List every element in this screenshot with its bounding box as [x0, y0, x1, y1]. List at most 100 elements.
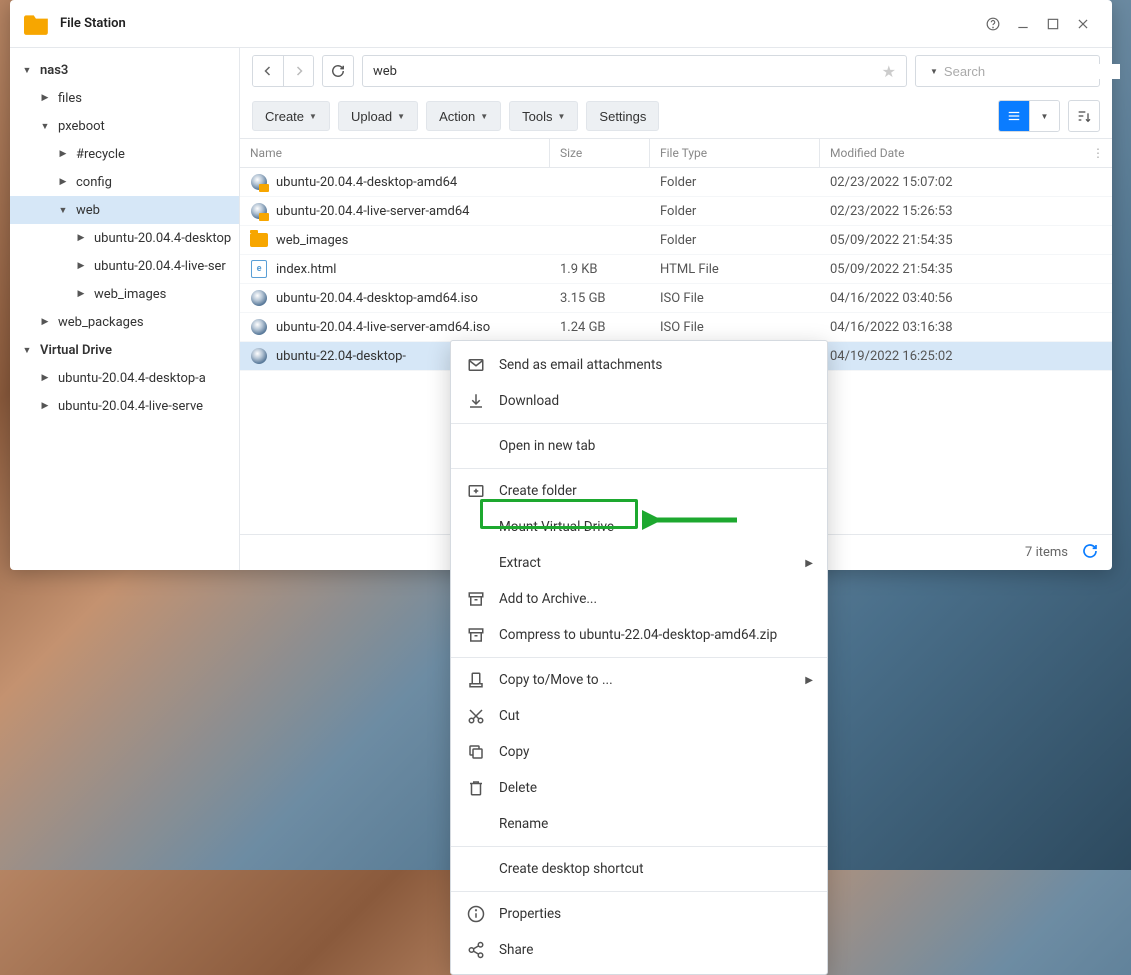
- settings-button[interactable]: Settings: [586, 101, 659, 131]
- menu-item-label: Copy to/Move to ...: [499, 672, 613, 688]
- tree-root-nas[interactable]: ▼ nas3: [10, 56, 239, 84]
- tree-item[interactable]: ▶web_packages: [10, 308, 239, 336]
- file-type: ISO File: [650, 313, 820, 341]
- chevron-right-icon: ▶: [56, 175, 70, 189]
- tree-item-label: files: [58, 91, 82, 106]
- window-title: File Station: [60, 16, 126, 31]
- app-icon: [24, 13, 50, 35]
- blank-icon: [467, 437, 485, 455]
- file-size: [550, 226, 650, 254]
- file-row[interactable]: web_imagesFolder05/09/2022 21:54:35: [240, 226, 1112, 255]
- file-row[interactable]: ubuntu-20.04.4-desktop-amd64.iso3.15 GBI…: [240, 284, 1112, 313]
- menu-separator: [451, 657, 827, 658]
- menu-item[interactable]: Create folder: [451, 473, 827, 509]
- menu-item[interactable]: Send as email attachments: [451, 347, 827, 383]
- menu-item[interactable]: Open in new tab: [451, 428, 827, 464]
- forward-button[interactable]: [283, 56, 313, 86]
- list-view-button[interactable]: [999, 101, 1029, 131]
- file-name: index.html: [276, 262, 336, 277]
- file-name: web_images: [276, 233, 348, 248]
- menu-item[interactable]: Download: [451, 383, 827, 419]
- menu-item-label: Delete: [499, 780, 537, 796]
- menu-item-label: Mount Virtual Drive: [499, 519, 614, 535]
- tree-item-label: pxeboot: [58, 119, 105, 134]
- file-date: 04/16/2022 03:40:56: [820, 284, 1112, 312]
- chevron-right-icon: ▶: [805, 675, 813, 686]
- tree-item[interactable]: ▶web_images: [10, 280, 239, 308]
- tree-item-label: web_images: [94, 287, 166, 302]
- menu-item[interactable]: Copy to/Move to ... ▶: [451, 662, 827, 698]
- menu-item[interactable]: Rename: [451, 806, 827, 842]
- menu-item[interactable]: Properties: [451, 896, 827, 932]
- menu-item[interactable]: Mount Virtual Drive: [451, 509, 827, 545]
- tree-item[interactable]: ▼pxeboot: [10, 112, 239, 140]
- tree-root-virtual-drive[interactable]: ▼ Virtual Drive: [10, 336, 239, 364]
- file-size: 1.9 KB: [550, 255, 650, 283]
- tree-item-label: web: [76, 203, 100, 218]
- tree-item[interactable]: ▶files: [10, 84, 239, 112]
- back-button[interactable]: [253, 56, 283, 86]
- file-row[interactable]: ubuntu-20.04.4-live-server-amd64Folder02…: [240, 197, 1112, 226]
- menu-item[interactable]: Extract▶: [451, 545, 827, 581]
- sort-button[interactable]: [1068, 100, 1100, 132]
- refresh-status-button[interactable]: [1082, 543, 1098, 563]
- menu-separator: [451, 846, 827, 847]
- menu-item[interactable]: Add to Archive...: [451, 581, 827, 617]
- column-menu-icon[interactable]: ⋮: [1084, 146, 1112, 160]
- path-text: web: [373, 64, 397, 79]
- tree-item[interactable]: ▼web: [10, 196, 239, 224]
- path-input[interactable]: web ★: [362, 55, 907, 87]
- file-name: ubuntu-22.04-desktop-: [276, 349, 406, 364]
- create-button[interactable]: Create▼: [252, 101, 330, 131]
- file-name: ubuntu-20.04.4-live-server-amd64.iso: [276, 320, 490, 335]
- maximize-button[interactable]: [1038, 9, 1068, 39]
- column-name[interactable]: Name: [240, 139, 550, 167]
- menu-item[interactable]: Delete: [451, 770, 827, 806]
- close-button[interactable]: [1068, 9, 1098, 39]
- column-size[interactable]: Size: [550, 139, 650, 167]
- help-button[interactable]: [978, 9, 1008, 39]
- tree-item-label: #recycle: [76, 147, 125, 162]
- file-type: Folder: [650, 168, 820, 196]
- mail-icon: [467, 356, 485, 374]
- chevron-down-icon: ▼: [20, 343, 34, 357]
- blank-icon: [467, 518, 485, 536]
- column-type[interactable]: File Type: [650, 139, 820, 167]
- menu-item[interactable]: Cut: [451, 698, 827, 734]
- menu-item-label: Send as email attachments: [499, 357, 662, 373]
- refresh-button[interactable]: [322, 55, 354, 87]
- favorite-icon[interactable]: ★: [882, 62, 896, 81]
- menu-item[interactable]: Share: [451, 932, 827, 968]
- tools-button[interactable]: Tools▼: [509, 101, 578, 131]
- table-header: Name Size File Type Modified Date ⋮: [240, 138, 1112, 168]
- tree-item[interactable]: ▶ubuntu-20.04.4-live-serve: [10, 392, 239, 420]
- file-row[interactable]: eindex.html1.9 KBHTML File05/09/2022 21:…: [240, 255, 1112, 284]
- file-row[interactable]: ubuntu-20.04.4-desktop-amd64Folder02/23/…: [240, 168, 1112, 197]
- menu-item[interactable]: Copy: [451, 734, 827, 770]
- column-date[interactable]: Modified Date: [820, 139, 1084, 167]
- tree-item[interactable]: ▶ubuntu-20.04.4-desktop-a: [10, 364, 239, 392]
- minimize-button[interactable]: [1008, 9, 1038, 39]
- file-row[interactable]: ubuntu-20.04.4-live-server-amd64.iso1.24…: [240, 313, 1112, 342]
- menu-item-label: Create desktop shortcut: [499, 861, 644, 877]
- tree-item[interactable]: ▶ubuntu-20.04.4-desktop: [10, 224, 239, 252]
- menu-item[interactable]: Create desktop shortcut: [451, 851, 827, 887]
- search-input[interactable]: [944, 64, 1120, 79]
- blank-icon: [467, 554, 485, 572]
- chevron-right-icon: ▶: [56, 147, 70, 161]
- tree-item[interactable]: ▶ #recycle: [10, 140, 239, 168]
- menu-item-label: Copy: [499, 744, 529, 760]
- tree-item[interactable]: ▶ubuntu-20.04.4-live-ser: [10, 252, 239, 280]
- tree-item-label: ubuntu-20.04.4-desktop: [94, 231, 231, 246]
- copy-icon: [467, 743, 485, 761]
- disc-icon: [250, 318, 268, 336]
- view-dropdown-button[interactable]: ▼: [1029, 101, 1059, 131]
- file-type: ISO File: [650, 284, 820, 312]
- action-button[interactable]: Action▼: [426, 101, 501, 131]
- search-box[interactable]: ▼: [915, 55, 1100, 87]
- upload-button[interactable]: Upload▼: [338, 101, 418, 131]
- tree-item[interactable]: ▶config: [10, 168, 239, 196]
- menu-item[interactable]: Compress to ubuntu-22.04-desktop-amd64.z…: [451, 617, 827, 653]
- chevron-down-icon: ▼: [930, 67, 938, 76]
- file-date: 04/16/2022 03:16:38: [820, 313, 1112, 341]
